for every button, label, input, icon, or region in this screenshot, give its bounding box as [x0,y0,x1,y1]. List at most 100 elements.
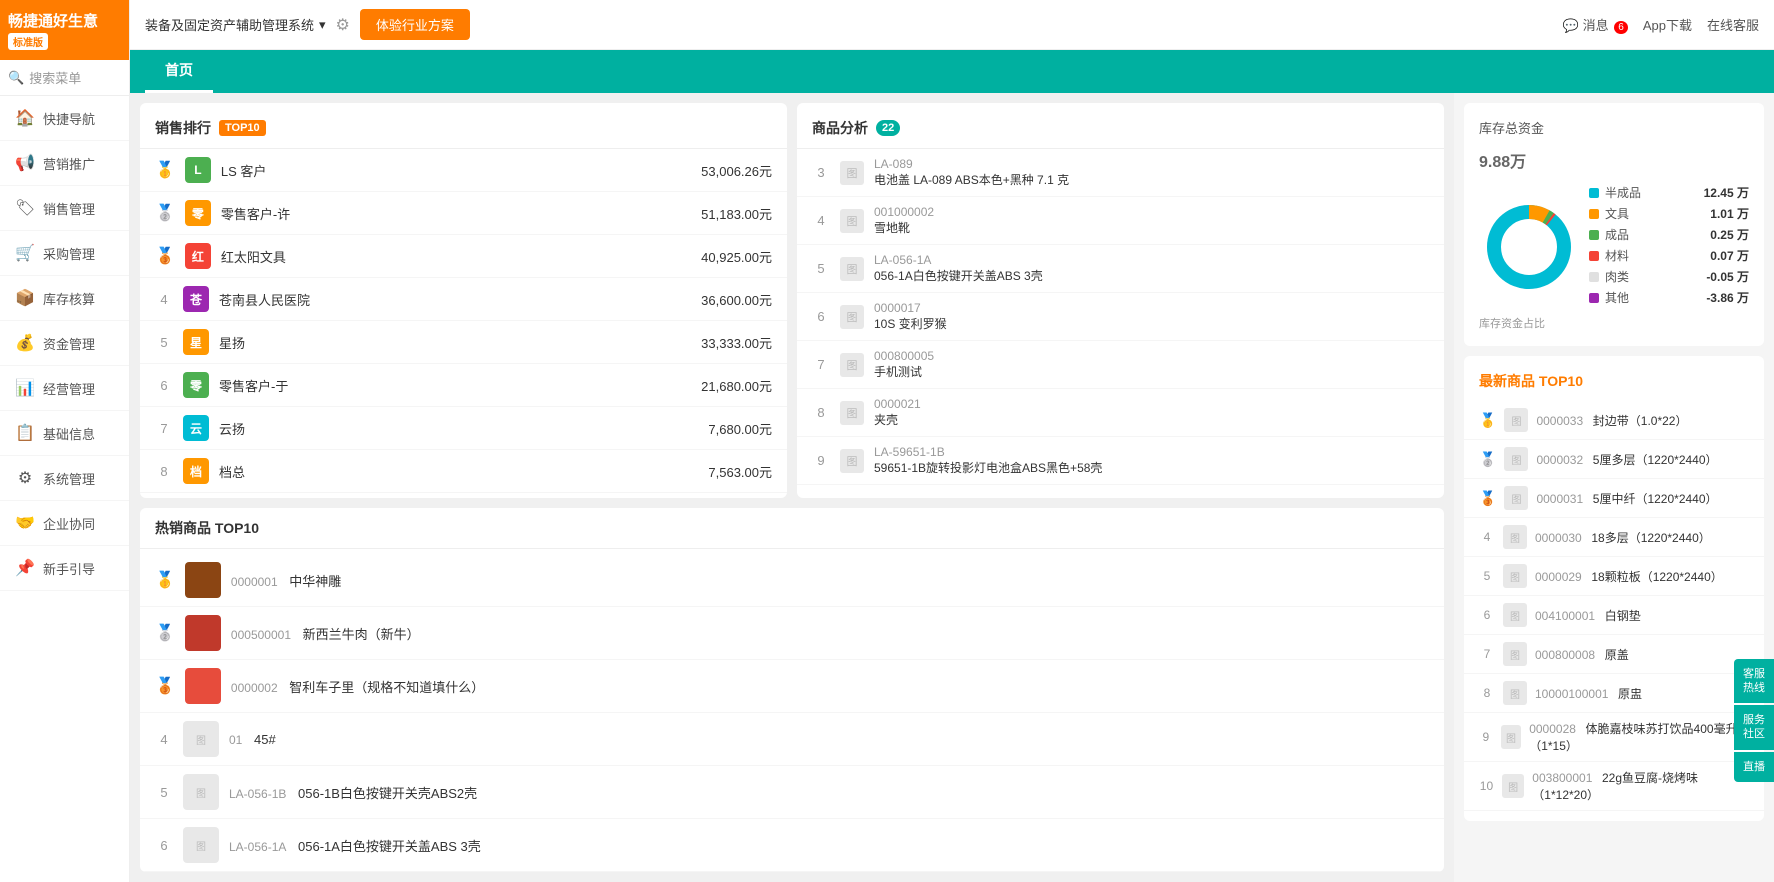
new-product-info: 0000030 18多层（1220*2440） [1535,529,1711,546]
product-code: 0000021 [874,397,1429,411]
new-product-name: 18多层（1220*2440） [1591,531,1710,545]
legend-value: 12.45 万 [1704,184,1749,201]
product-name: 手机测试 [874,363,1429,380]
legend-dot [1589,293,1599,303]
sidebar-item-9[interactable]: 🤝企业协同 [0,501,129,546]
new-product-code: 0000033 [1536,414,1583,428]
new-product-item: 4 图 0000030 18多层（1220*2440） [1464,518,1764,557]
hot-product-info: 0000002 智利车子里（规格不知道填什么） [231,677,1429,696]
hot-product-code: 000500001 [231,628,291,642]
search-icon: 🔍 [8,70,24,86]
sidebar-icon-9: 🤝 [15,513,35,533]
hot-product-info: LA-056-1B 056-1B白色按键开关壳ABS2壳 [229,783,1429,802]
new-product-item: 6 图 004100001 白钢垫 [1464,596,1764,635]
sidebar-item-10[interactable]: 📌 新手引导 [0,546,129,591]
new-product-name: 白钢垫 [1605,609,1641,623]
sidebar-icon-6: 📊 [15,378,35,398]
sidebar-item-6[interactable]: 📊经营管理 [0,366,129,411]
product-name: 夹壳 [874,411,1429,428]
new-product-item: 5 图 0000029 18颗粒板（1220*2440） [1464,557,1764,596]
sidebar-item-0[interactable]: 🏠快捷导航 [0,96,129,141]
legend-name: 肉类 [1605,268,1700,285]
product-analysis-item: 5 图 LA-056-1A 056-1A白色按键开关盖ABS 3壳 [797,245,1444,293]
stock-chart-area: 半成品 12.45 万 文具 1.01 万 成品 0.25 万 材料 0.07 … [1479,184,1749,310]
customer-rank-item: 8 档 档总 7,563.00元 [140,450,787,493]
product-thumb [185,668,221,704]
search-menu[interactable]: 🔍 搜索菜单 [0,60,129,96]
message-badge: 6 [1614,21,1628,34]
hot-products-header: 热销商品 TOP10 [140,508,1444,549]
rank-num: 8 [155,464,173,479]
customer-avatar: 云 [183,415,209,441]
customer-rank-item: 7 云 云扬 7,680.00元 [140,407,787,450]
sidebar-label-5: 资金管理 [43,334,95,353]
legend-name: 成品 [1605,226,1704,243]
sidebar-item-2[interactable]: 🏷销售管理 [0,186,129,231]
hot-product-rank: 5 [155,785,173,800]
sidebar-item-4[interactable]: 📦库存核算 [0,276,129,321]
product-icon: 图 [840,449,864,473]
new-product-icon: 图 [1503,681,1527,705]
app-download-link[interactable]: App下载 [1643,15,1692,34]
new-product-name: 5厘多层（1220*2440） [1593,453,1718,467]
stock-panel: 库存总资金 9.88万 [1464,103,1764,346]
sidebar-item-7[interactable]: 📋基础信息 [0,411,129,456]
system-title-area[interactable]: 装备及固定资产辅助管理系统 ▾ [145,15,326,34]
hot-product-name: 智利车子里（规格不知道填什么） [289,680,484,695]
tab-home[interactable]: 首页 [145,50,213,93]
customer-name: 零售客户-于 [219,376,691,395]
sidebar-item-3[interactable]: 🛒采购管理 [0,231,129,276]
customer-rank-item: 5 星 星扬 33,333.00元 [140,321,787,364]
left-column: 销售排行TOP10 🥇 L LS 客户 53,006.26元 🥈 零 零售客户-… [130,93,1454,882]
sidebar-item-8[interactable]: ⚙系统管理 [0,456,129,501]
customer-name: LS 客户 [221,161,691,180]
hot-product-info: LA-056-1A 056-1A白色按键开关盖ABS 3壳 [229,836,1429,855]
hot-product-code: LA-056-1B [229,787,286,801]
hot-product-code: 01 [229,733,242,747]
settings-icon[interactable]: ⚙ [336,15,350,35]
float-btn-2[interactable]: 直播 [1734,752,1774,782]
hot-product-name: 056-1A白色按键开关盖ABS 3壳 [298,839,481,854]
customer-avatar: 零 [183,372,209,398]
hot-product-info: 01 45# [229,732,1429,747]
sidebar-icon-10: 📌 [15,558,35,578]
hot-product-item: 🥈 000500001 新西兰牛肉（新牛） [140,607,1444,660]
new-product-code: 004100001 [1535,609,1595,623]
sidebar-label-10: 新手引导 [43,559,95,578]
new-product-rank: 6 [1479,608,1495,622]
rank-medal: 🥈 [155,203,175,223]
edition-badge: 标准版 [8,33,48,50]
sidebar-label-0: 快捷导航 [43,109,95,128]
new-product-code: 0000032 [1536,453,1583,467]
new-product-icon: 图 [1503,564,1527,588]
legend-value: 0.25 万 [1710,226,1749,243]
product-analysis-item: 4 图 001000002 雪地靴 [797,197,1444,245]
topbar-right: 💬 消息 6 App下载 在线客服 [1563,15,1759,34]
legend-value: 0.07 万 [1710,247,1749,264]
sidebar-item-5[interactable]: 💰资金管理 [0,321,129,366]
customer-rank-title: 销售排行 [155,118,211,138]
sidebar-item-1[interactable]: 📢营销推广 [0,141,129,186]
new-product-icon: 图 [1504,486,1528,510]
new-products-header: 最新商品 TOP10 [1464,366,1764,401]
hot-product-code: LA-056-1A [229,840,286,854]
hot-product-medal: 🥇 [155,570,175,590]
message-area[interactable]: 💬 消息 6 [1563,15,1628,34]
customer-amount: 7,680.00元 [708,419,772,438]
product-info: 0000021 夹壳 [874,397,1429,428]
customer-name: 苍南县人民医院 [219,290,691,309]
sidebar-label-2: 销售管理 [43,199,95,218]
new-product-name: 原盖 [1605,648,1629,662]
product-code: 000800005 [874,349,1429,363]
online-service-link[interactable]: 在线客服 [1707,15,1759,34]
float-btn-0[interactable]: 客服 热线 [1734,659,1774,704]
trial-button[interactable]: 体验行业方案 [360,9,470,40]
product-thumb-placeholder: 图 [183,774,219,810]
customer-rank-header: 销售排行TOP10 [140,108,787,149]
legend-item: 文具 1.01 万 [1589,205,1749,222]
product-code: LA-056-1A [874,253,1429,267]
product-name: 056-1A白色按键开关盖ABS 3壳 [874,267,1429,284]
sidebar-label-8: 系统管理 [43,469,95,488]
float-btn-1[interactable]: 服务 社区 [1734,705,1774,750]
new-product-rank: 7 [1479,647,1495,661]
